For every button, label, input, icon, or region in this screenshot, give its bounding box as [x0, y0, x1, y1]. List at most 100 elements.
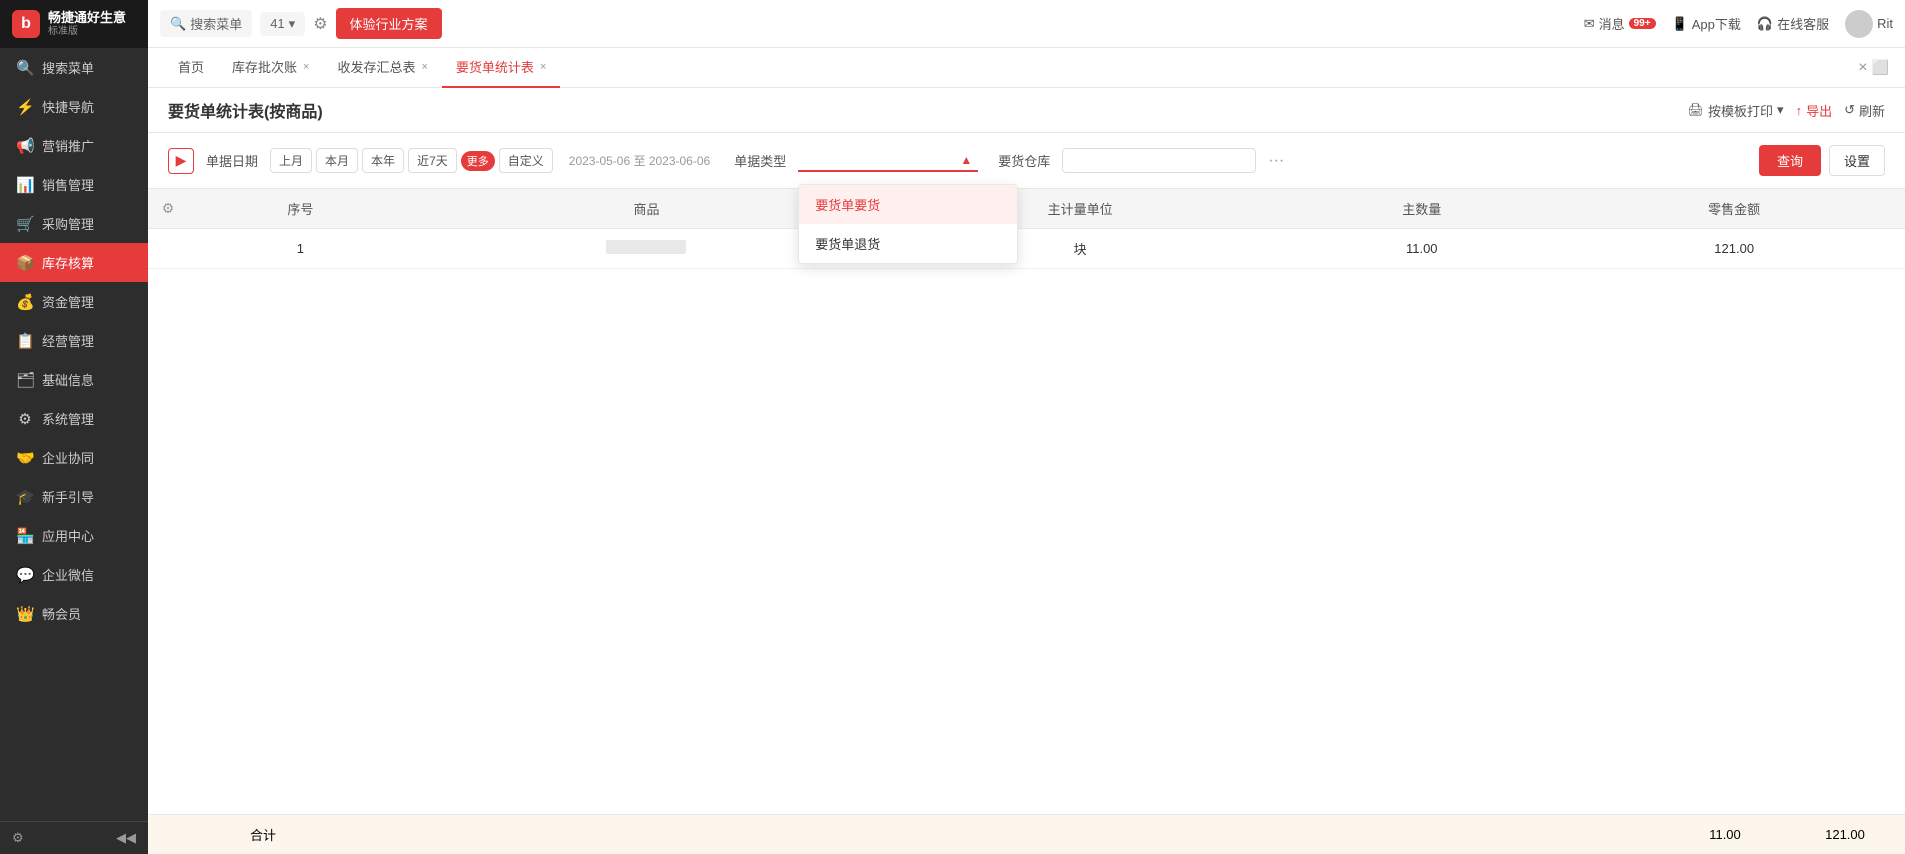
enterprise-icon: 🤝 — [16, 449, 34, 467]
messages-button[interactable]: ✉ 消息 99+ — [1584, 14, 1656, 33]
sidebar-item-vip[interactable]: 👑 畅会员 — [0, 594, 148, 633]
table-row: 1 块 11.00 121.00 — [148, 229, 1905, 269]
collapse-button[interactable]: ◀◀ — [116, 830, 136, 846]
tab-shipment-summary[interactable]: 收发存汇总表 × — [323, 48, 441, 88]
purchase-icon: 🛒 — [16, 215, 34, 233]
tab-home-label: 首页 — [178, 57, 204, 76]
app-download-button[interactable]: 📱 App下载 — [1672, 14, 1741, 33]
dropdown-item-order-return[interactable]: 要货单退货 — [799, 224, 1017, 263]
refresh-icon: ↺ — [1844, 102, 1855, 118]
tab-inventory-batch-label: 库存批次账 — [232, 57, 297, 76]
custom-date-button[interactable]: 自定义 — [499, 148, 553, 173]
sidebar-footer: ⚙ ◀◀ — [0, 821, 148, 854]
settings-icon[interactable]: ⚙ — [12, 830, 24, 846]
sidebar-item-search[interactable]: 🔍 搜索菜单 — [0, 48, 148, 87]
tab-inventory-batch[interactable]: 库存批次账 × — [218, 48, 323, 88]
expand-tabs-button[interactable]: ⬜ — [1872, 59, 1889, 76]
online-service-button[interactable]: 🎧 在线客服 — [1757, 14, 1829, 33]
tab-order-stats[interactable]: 要货单统计表 × — [442, 48, 560, 88]
close-all-tabs-button[interactable]: × — [1858, 59, 1867, 77]
download-icon: 📱 — [1672, 16, 1688, 32]
sidebar-item-label-operations: 经营管理 — [42, 331, 94, 350]
sidebar-item-label-appstore: 应用中心 — [42, 526, 94, 545]
settings-button[interactable]: 设置 — [1829, 145, 1885, 176]
col-header-qty: 主数量 — [1280, 189, 1563, 229]
sidebar-item-basic[interactable]: 🗂 基础信息 — [0, 360, 148, 399]
sidebar-item-sales[interactable]: 📊 销售管理 — [0, 165, 148, 204]
sidebar-item-wechat[interactable]: 💬 企业微信 — [0, 555, 148, 594]
system-icon: ⚙ — [16, 410, 34, 428]
sidebar-item-label-guide: 新手引导 — [42, 487, 94, 506]
print-icon: 🖨 — [1688, 102, 1705, 118]
this-month-button[interactable]: 本月 — [316, 148, 358, 173]
sidebar-item-marketing[interactable]: 📢 营销推广 — [0, 126, 148, 165]
page-content: 要货单统计表(按商品) 🖨 按模板打印 ▾ ↑ 导出 ↺ 刷新 ▶ — [148, 88, 1905, 854]
tab-shipment-summary-label: 收发存汇总表 — [337, 57, 415, 76]
export-icon: ↑ — [1796, 103, 1803, 118]
sidebar-item-system[interactable]: ⚙ 系统管理 — [0, 399, 148, 438]
type-select[interactable]: ▲ — [798, 150, 978, 172]
sidebar-item-operations[interactable]: 📋 经营管理 — [0, 321, 148, 360]
print-button[interactable]: 🖨 按模板打印 ▾ — [1688, 101, 1784, 120]
date-range-display: 2023-05-06 至 2023-06-06 — [569, 152, 710, 169]
footer-amount: 121.00 — [1785, 827, 1905, 842]
sidebar-item-label-marketing: 营销推广 — [42, 136, 94, 155]
sidebar-item-shortcut[interactable]: ⚡ 快捷导航 — [0, 87, 148, 126]
filter-expand-button[interactable]: ▶ — [168, 148, 194, 174]
sidebar-item-finance[interactable]: 💰 资金管理 — [0, 282, 148, 321]
export-button[interactable]: ↑ 导出 — [1796, 101, 1833, 120]
page-header: 要货单统计表(按商品) 🖨 按模板打印 ▾ ↑ 导出 ↺ 刷新 — [148, 88, 1905, 133]
table-settings-header[interactable]: ⚙ — [148, 189, 188, 229]
filter-more-button[interactable]: ··· — [1268, 152, 1284, 170]
nav-select[interactable]: 41 ▾ — [260, 12, 305, 36]
sidebar-item-appstore[interactable]: 🏪 应用中心 — [0, 516, 148, 555]
dropdown-item-order-goods[interactable]: 要货单要货 — [799, 185, 1017, 224]
appstore-icon: 🏪 — [16, 527, 34, 545]
marketing-icon: 📢 — [16, 137, 34, 155]
inventory-icon: 📦 — [16, 254, 34, 272]
sales-icon: 📊 — [16, 176, 34, 194]
warehouse-input[interactable] — [1062, 148, 1256, 173]
sidebar-item-enterprise[interactable]: 🤝 企业协同 — [0, 438, 148, 477]
page-actions: 🖨 按模板打印 ▾ ↑ 导出 ↺ 刷新 — [1688, 101, 1886, 120]
table-container: ⚙ 序号 商品 主计量单位 主数量 零售金额 1 — [148, 189, 1905, 814]
warehouse-label: 要货仓库 — [998, 151, 1050, 170]
app-logo: b 畅捷通好生意 标准版 — [0, 0, 148, 48]
trial-button[interactable]: 体验行业方案 — [336, 8, 442, 39]
main-area: 🔍 搜索菜单 41 ▾ ⚙ 体验行业方案 ✉ 消息 99+ 📱 App下载 🎧 — [148, 0, 1905, 854]
sidebar-item-inventory[interactable]: 📦 库存核算 — [0, 243, 148, 282]
prev-month-button[interactable]: 上月 — [270, 148, 312, 173]
tab-order-stats-close[interactable]: × — [540, 61, 546, 73]
col-header-no: 序号 — [188, 189, 413, 229]
sidebar-item-purchase[interactable]: 🛒 采购管理 — [0, 204, 148, 243]
last7days-button[interactable]: 近7天 — [408, 148, 457, 173]
more-dates-badge[interactable]: 更多 — [461, 151, 495, 171]
this-year-button[interactable]: 本年 — [362, 148, 404, 173]
refresh-button[interactable]: ↺ 刷新 — [1844, 101, 1885, 120]
sidebar-item-label-wechat: 企业微信 — [42, 565, 94, 584]
sidebar-item-label-sales: 销售管理 — [42, 175, 94, 194]
message-badge: 99+ — [1629, 18, 1656, 29]
date-label: 单据日期 — [206, 151, 258, 170]
sidebar-item-guide[interactable]: 🎓 新手引导 — [0, 477, 148, 516]
sidebar-nav: 🔍 搜索菜单 ⚡ 快捷导航 📢 营销推广 📊 销售管理 🛒 采购管理 📦 库存核… — [0, 48, 148, 821]
tab-inventory-batch-close[interactable]: × — [303, 61, 309, 73]
type-select-wrapper: ▲ 要货单要货 要货单退货 — [798, 150, 978, 172]
tab-home[interactable]: 首页 — [164, 48, 218, 88]
product-placeholder — [606, 240, 686, 254]
row-no: 1 — [188, 229, 413, 269]
table-column-settings-icon[interactable]: ⚙ — [162, 200, 175, 216]
sidebar-item-label-inventory: 库存核算 — [42, 253, 94, 272]
settings-gear-icon[interactable]: ⚙ — [313, 14, 327, 34]
search-menu[interactable]: 🔍 搜索菜单 — [160, 10, 252, 37]
tab-shipment-summary-close[interactable]: × — [421, 61, 427, 73]
page-title: 要货单统计表(按商品) — [168, 98, 323, 122]
user-avatar[interactable]: Rit — [1845, 10, 1893, 38]
search-icon: 🔍 — [16, 59, 34, 77]
query-button[interactable]: 查询 — [1759, 145, 1821, 176]
tabs-bar: 首页 库存批次账 × 收发存汇总表 × 要货单统计表 × × ⬜ — [148, 48, 1905, 88]
row-amount: 121.00 — [1563, 229, 1905, 269]
row-qty: 11.00 — [1280, 229, 1563, 269]
row-settings-cell — [148, 229, 188, 269]
finance-icon: 💰 — [16, 293, 34, 311]
